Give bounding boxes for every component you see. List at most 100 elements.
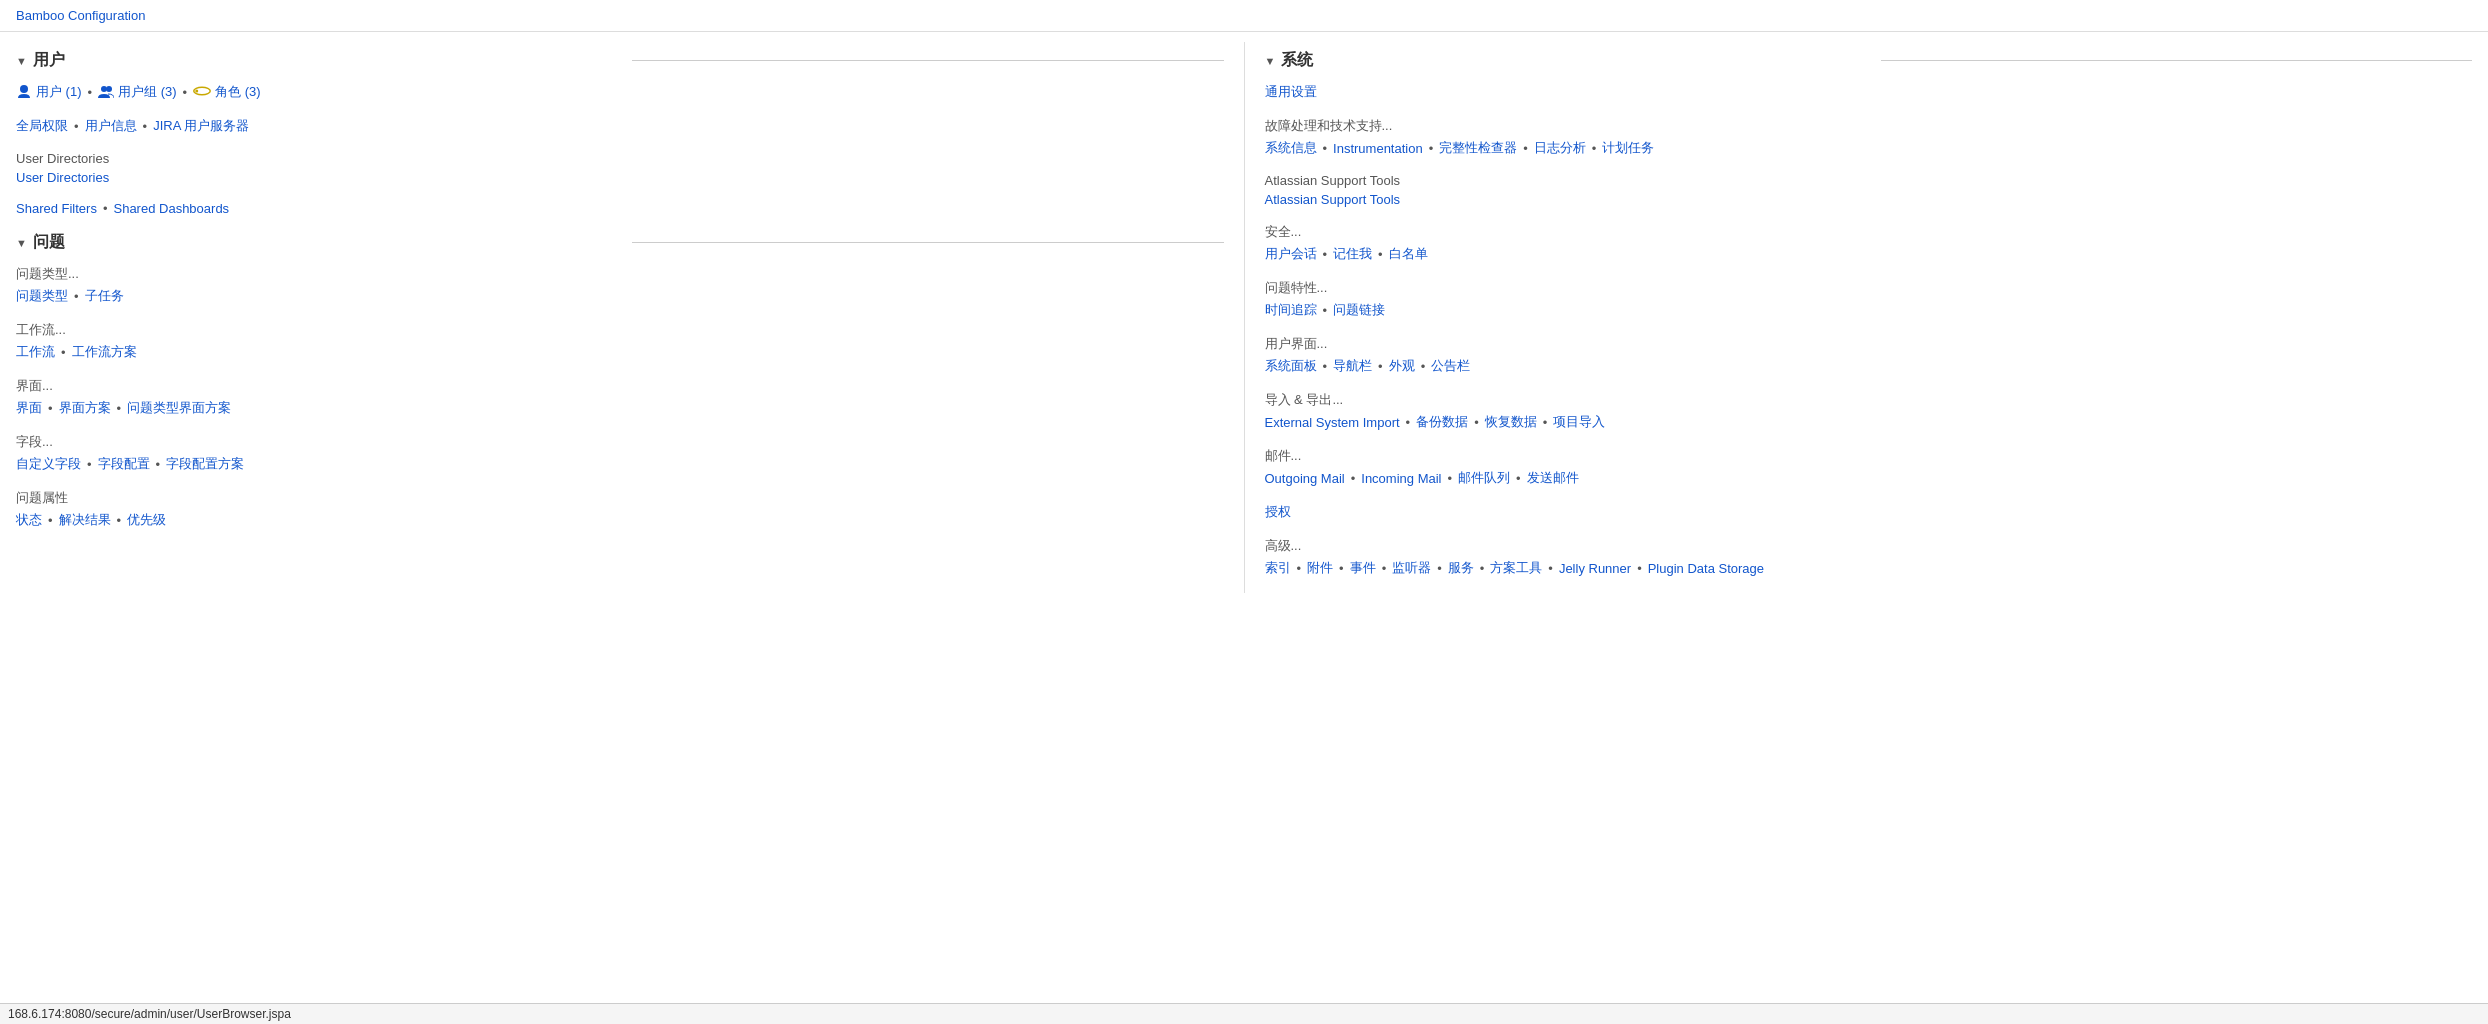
- screen-scheme-link[interactable]: 界面方案: [59, 399, 111, 417]
- backup-link[interactable]: 备份数据: [1416, 413, 1468, 431]
- project-import-link[interactable]: 项目导入: [1553, 413, 1605, 431]
- system-chevron-icon: ▼: [1265, 55, 1276, 67]
- group-icon: [98, 84, 114, 100]
- auth-block: 授权: [1265, 503, 2473, 521]
- user-directories-link[interactable]: User Directories: [16, 170, 1224, 185]
- auth-link[interactable]: 授权: [1265, 503, 2473, 521]
- general-settings-block: 通用设置: [1265, 83, 2473, 101]
- mail-queue-link[interactable]: 邮件队列: [1458, 469, 1510, 487]
- priority-link[interactable]: 优先级: [127, 511, 166, 529]
- user-directories-block: User Directories User Directories: [16, 151, 1224, 185]
- svg-point-2: [106, 86, 112, 92]
- services-link[interactable]: 服务: [1448, 559, 1474, 577]
- screens-link[interactable]: 界面: [16, 399, 42, 417]
- jira-user-server-link[interactable]: JIRA 用户服务器: [153, 117, 249, 135]
- incoming-mail-link[interactable]: Incoming Mail: [1361, 471, 1441, 486]
- jelly-runner-link[interactable]: Jelly Runner: [1559, 561, 1631, 576]
- import-export-label: 导入 & 导出...: [1265, 391, 2473, 409]
- users-section-header: ▼ 用户: [16, 50, 1224, 71]
- whitelist-link[interactable]: 白名单: [1389, 245, 1428, 263]
- plugin-data-storage-link[interactable]: Plugin Data Storage: [1648, 561, 1764, 576]
- issue-type-link[interactable]: 问题类型: [16, 287, 68, 305]
- navbar-link[interactable]: 导航栏: [1333, 357, 1372, 375]
- top-bar: Bamboo Configuration: [0, 0, 2488, 32]
- users-title: 用户: [33, 50, 624, 71]
- system-section-header: ▼ 系统: [1265, 50, 2473, 71]
- mail-label: 邮件...: [1265, 447, 2473, 465]
- time-tracking-link[interactable]: 时间追踪: [1265, 301, 1317, 319]
- fields-label: 字段...: [16, 433, 1224, 451]
- subtask-link[interactable]: 子任务: [85, 287, 124, 305]
- right-column: ▼ 系统 通用设置 故障处理和技术支持... 系统信息 • Instrument…: [1245, 42, 2473, 593]
- scheme-tools-link[interactable]: 方案工具: [1490, 559, 1542, 577]
- listeners-link[interactable]: 监听器: [1392, 559, 1431, 577]
- sep2: •: [183, 85, 188, 100]
- send-mail-link[interactable]: 发送邮件: [1527, 469, 1579, 487]
- workflow-label: 工作流...: [16, 321, 1224, 339]
- shared-filters-link[interactable]: Shared Filters: [16, 201, 97, 216]
- bamboo-config-link[interactable]: Bamboo Configuration: [16, 8, 145, 23]
- shared-items-block: Shared Filters • Shared Dashboards: [16, 201, 1224, 216]
- custom-fields-link[interactable]: 自定义字段: [16, 455, 81, 473]
- general-settings-link[interactable]: 通用设置: [1265, 83, 2473, 101]
- svg-point-0: [20, 85, 28, 93]
- attachments-link[interactable]: 附件: [1307, 559, 1333, 577]
- atlassian-label: Atlassian Support Tools: [1265, 173, 2473, 188]
- workflow-link[interactable]: 工作流: [16, 343, 55, 361]
- status-link[interactable]: 状态: [16, 511, 42, 529]
- user-interface-label: 用户界面...: [1265, 335, 2473, 353]
- issue-type-screen-scheme-link[interactable]: 问题类型界面方案: [127, 399, 231, 417]
- global-perms-link[interactable]: 全局权限: [16, 117, 68, 135]
- mail-block: 邮件... Outgoing Mail • Incoming Mail • 邮件…: [1265, 447, 2473, 487]
- appearance-link[interactable]: 外观: [1389, 357, 1415, 375]
- user-interface-block: 用户界面... 系统面板 • 导航栏 • 外观 • 公告栏: [1265, 335, 2473, 375]
- issues-section-header: ▼ 问题: [16, 232, 1224, 253]
- user-sessions-link[interactable]: 用户会话: [1265, 245, 1317, 263]
- index-link[interactable]: 索引: [1265, 559, 1291, 577]
- groups-link[interactable]: 用户组 (3): [118, 83, 177, 101]
- shared-dashboards-link[interactable]: Shared Dashboards: [113, 201, 229, 216]
- sep1: •: [88, 85, 93, 100]
- user-info-link[interactable]: 用户信息: [85, 117, 137, 135]
- fields-block: 字段... 自定义字段 • 字段配置 • 字段配置方案: [16, 433, 1224, 473]
- issue-types-block: 问题类型... 问题类型 • 子任务: [16, 265, 1224, 305]
- instrumentation-link[interactable]: Instrumentation: [1333, 141, 1423, 156]
- issue-features-block: 问题特性... 时间追踪 • 问题链接: [1265, 279, 2473, 319]
- roles-icon: [193, 85, 211, 97]
- system-info-link[interactable]: 系统信息: [1265, 139, 1317, 157]
- scheduled-tasks-link[interactable]: 计划任务: [1602, 139, 1654, 157]
- issue-attrs-block: 问题属性 状态 • 解决结果 • 优先级: [16, 489, 1224, 529]
- issues-chevron-icon: ▼: [16, 237, 27, 249]
- remember-me-link[interactable]: 记住我: [1333, 245, 1372, 263]
- users-secondary-links: 全局权限 • 用户信息 • JIRA 用户服务器: [16, 117, 1224, 135]
- field-config-link[interactable]: 字段配置: [98, 455, 150, 473]
- field-config-scheme-link[interactable]: 字段配置方案: [166, 455, 244, 473]
- security-block: 安全... 用户会话 • 记住我 • 白名单: [1265, 223, 2473, 263]
- user-icon: [16, 84, 32, 100]
- import-export-block: 导入 & 导出... External System Import • 备份数据…: [1265, 391, 2473, 431]
- atlassian-support-tools-link[interactable]: Atlassian Support Tools: [1265, 192, 2473, 207]
- troubleshoot-label: 故障处理和技术支持...: [1265, 117, 2473, 135]
- users-link[interactable]: 用户 (1): [36, 83, 82, 101]
- system-dashboard-link[interactable]: 系统面板: [1265, 357, 1317, 375]
- issues-title: 问题: [33, 232, 624, 253]
- integrity-checker-link[interactable]: 完整性检查器: [1439, 139, 1517, 157]
- svg-point-4: [195, 89, 198, 92]
- external-import-link[interactable]: External System Import: [1265, 415, 1400, 430]
- workflow-scheme-link[interactable]: 工作流方案: [72, 343, 137, 361]
- events-link[interactable]: 事件: [1350, 559, 1376, 577]
- issue-linking-link[interactable]: 问题链接: [1333, 301, 1385, 319]
- roles-link[interactable]: 角色 (3): [215, 83, 261, 101]
- left-column: ▼ 用户 用户 (1) • 用户组 (3) •: [16, 42, 1245, 593]
- issue-types-label: 问题类型...: [16, 265, 1224, 283]
- users-primary-links: 用户 (1) • 用户组 (3) • 角色 (3): [16, 83, 1224, 101]
- screens-label: 界面...: [16, 377, 1224, 395]
- log-analysis-link[interactable]: 日志分析: [1534, 139, 1586, 157]
- resolution-link[interactable]: 解决结果: [59, 511, 111, 529]
- security-label: 安全...: [1265, 223, 2473, 241]
- outgoing-mail-link[interactable]: Outgoing Mail: [1265, 471, 1345, 486]
- restore-link[interactable]: 恢复数据: [1485, 413, 1537, 431]
- system-title: 系统: [1281, 50, 1872, 71]
- announcement-link[interactable]: 公告栏: [1431, 357, 1470, 375]
- screens-block: 界面... 界面 • 界面方案 • 问题类型界面方案: [16, 377, 1224, 417]
